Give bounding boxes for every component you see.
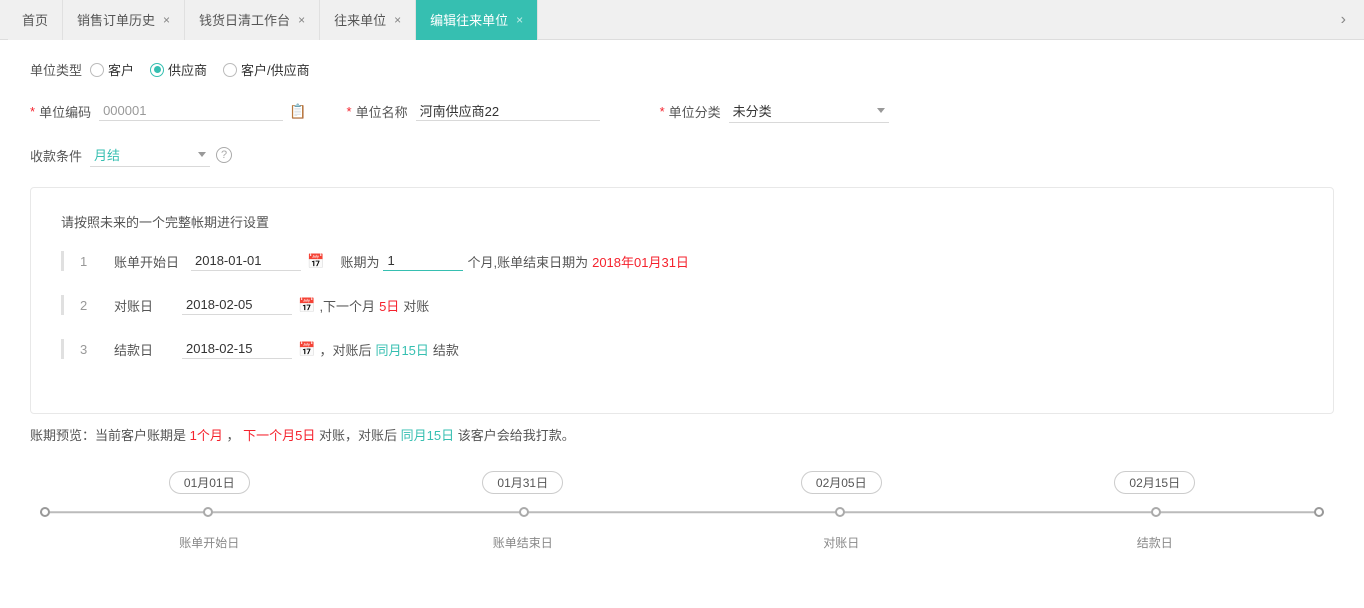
tab-edit-partner[interactable]: 编辑往来单位 × — [416, 0, 538, 40]
unit-code-required: * — [30, 104, 35, 119]
settings-panel: 请按照未来的一个完整帐期进行设置 1 账单开始日 📅 账期为 个月,账单结束日期… — [30, 187, 1334, 414]
timeline-date-3: 02月05日 — [801, 471, 882, 494]
unit-category-value: 未分类 — [733, 101, 873, 120]
period-value-input[interactable] — [383, 251, 463, 271]
timeline-date-4: 02月15日 — [1114, 471, 1195, 494]
tab-sales-history[interactable]: 销售订单历史 × — [63, 0, 185, 40]
unit-code-label: 单位编码 — [39, 102, 91, 121]
reconciliation-calendar-icon[interactable]: 📅 — [298, 297, 315, 314]
account-start-date-input[interactable] — [191, 251, 301, 271]
payment-condition-item: 收款条件 月结 ? — [30, 143, 232, 167]
preview-mid1: ， — [227, 428, 240, 443]
payment-date-label: 结款日 — [114, 340, 170, 359]
tab-cash-clearing[interactable]: 钱货日清工作台 × — [185, 0, 320, 40]
payment-condition-chevron-icon — [198, 152, 206, 157]
radio-customer-circle — [90, 63, 104, 77]
timeline-label-4: 结款日 — [1137, 534, 1173, 551]
payment-date-input[interactable] — [182, 339, 292, 359]
unit-type-row: 单位类型 客户 供应商 客户/供应商 — [30, 60, 1334, 79]
timeline-label-3: 对账日 — [823, 534, 859, 551]
preview-prefix: 账期预览：当前客户账期是 — [30, 428, 186, 443]
unit-code-input[interactable] — [99, 101, 283, 121]
tab-close-partner-units[interactable]: × — [394, 13, 401, 27]
unit-code-calendar-icon[interactable]: 📋 — [289, 103, 306, 120]
period-prefix-text: 账期为 — [340, 252, 379, 271]
payment-condition-help-icon[interactable]: ? — [216, 147, 232, 163]
unit-category-label: 单位分类 — [669, 102, 721, 121]
timeline-container: 01月01日 01月31日 02月05日 02月15日 — [30, 471, 1334, 551]
radio-supplier[interactable]: 供应商 — [150, 60, 207, 79]
reconciliation-date-input[interactable] — [182, 295, 292, 315]
account-start-label: 账单开始日 — [114, 252, 179, 271]
payment-suffix-text: 结款 — [433, 340, 459, 359]
unit-name-input[interactable] — [416, 101, 600, 121]
timeline-node-2: 01月31日 — [482, 471, 563, 502]
account-start-calendar-icon[interactable]: 📅 — [307, 253, 324, 270]
payment-condition-select[interactable]: 月结 — [90, 143, 210, 167]
payment-condition-value: 月结 — [94, 145, 194, 164]
tab-more-button[interactable]: › — [1331, 11, 1356, 29]
radio-customer[interactable]: 客户 — [90, 60, 134, 79]
unit-name-item: * 单位名称 — [347, 101, 600, 121]
reconciliation-prefix-text: ,下一个月 — [319, 296, 375, 315]
panel-hint: 请按照未来的一个完整帐期进行设置 — [61, 212, 1303, 231]
radio-supplier-circle — [150, 63, 164, 77]
payment-prefix-text: ，对账后 — [319, 340, 371, 359]
unit-type-item: 单位类型 客户 供应商 客户/供应商 — [30, 60, 310, 79]
row-num-3: 3 — [80, 342, 94, 357]
timeline-node-1: 01月01日 — [169, 471, 250, 502]
unit-category-chevron-icon — [877, 108, 885, 113]
unit-category-select[interactable]: 未分类 — [729, 99, 889, 123]
timeline-node-3: 02月05日 — [801, 471, 882, 502]
timeline-label-2: 账单结束日 — [493, 534, 553, 551]
preview-part1: 1个月 — [190, 428, 223, 443]
radio-supplier-label: 供应商 — [168, 60, 207, 79]
payment-date-row: 3 结款日 📅 ，对账后 同月15日 结款 — [61, 339, 1303, 359]
payment-calendar-icon[interactable]: 📅 — [298, 341, 315, 358]
tabs-bar: 首页 销售订单历史 × 钱货日清工作台 × 往来单位 × 编辑往来单位 × › — [0, 0, 1364, 40]
unit-info-row: * 单位编码 📋 * 单位名称 * 单位分类 未分类 — [30, 99, 1334, 123]
radio-customer-label: 客户 — [108, 60, 134, 79]
unit-category-required: * — [660, 104, 665, 119]
timeline-date-1: 01月01日 — [169, 471, 250, 494]
page-content: 单位类型 客户 供应商 客户/供应商 — [0, 40, 1364, 608]
reconciliation-day-highlight: 5日 — [379, 296, 399, 315]
radio-group-unit-type: 客户 供应商 客户/供应商 — [90, 60, 310, 79]
unit-type-label: 单位类型 — [30, 60, 82, 79]
timeline-label-1: 账单开始日 — [179, 534, 239, 551]
radio-both-label: 客户/供应商 — [241, 60, 310, 79]
radio-both[interactable]: 客户/供应商 — [223, 60, 310, 79]
tab-close-sales-history[interactable]: × — [163, 13, 170, 27]
preview-suffix: 该客户会给我打款。 — [458, 428, 575, 443]
preview-text: 账期预览：当前客户账期是 1个月 ， 下一个月5日 对账，对账后 同月15日 该… — [30, 424, 1334, 447]
tab-close-edit-partner[interactable]: × — [516, 13, 523, 27]
unit-name-label: 单位名称 — [356, 102, 408, 121]
period-suffix-text: 个月,账单结束日期为 — [467, 252, 588, 271]
payment-condition-label: 收款条件 — [30, 146, 82, 165]
unit-code-item: * 单位编码 📋 — [30, 101, 307, 121]
tab-partner-units[interactable]: 往来单位 × — [320, 0, 416, 40]
radio-supplier-inner — [154, 66, 161, 73]
unit-category-item: * 单位分类 未分类 — [660, 99, 889, 123]
radio-both-circle — [223, 63, 237, 77]
tab-home[interactable]: 首页 — [8, 0, 63, 40]
preview-mid2: 对账，对账后 — [319, 428, 397, 443]
row-num-1: 1 — [80, 254, 94, 269]
timeline-node-4: 02月15日 — [1114, 471, 1195, 502]
reconciliation-label: 对账日 — [114, 296, 170, 315]
row-num-2: 2 — [80, 298, 94, 313]
payment-day-highlight: 同月15日 — [375, 340, 428, 359]
account-start-row: 1 账单开始日 📅 账期为 个月,账单结束日期为 2018年01月31日 — [61, 251, 1303, 271]
timeline-date-2: 01月31日 — [482, 471, 563, 494]
payment-condition-row: 收款条件 月结 ? — [30, 143, 1334, 167]
tab-close-cash-clearing[interactable]: × — [298, 13, 305, 27]
reconciliation-row: 2 对账日 📅 ,下一个月 5日 对账 — [61, 295, 1303, 315]
account-end-date-highlight: 2018年01月31日 — [592, 252, 689, 271]
preview-part3: 同月15日 — [401, 428, 454, 443]
reconciliation-suffix-text: 对账 — [403, 296, 429, 315]
preview-part2: 下一个月5日 — [243, 428, 315, 443]
unit-name-required: * — [347, 104, 352, 119]
